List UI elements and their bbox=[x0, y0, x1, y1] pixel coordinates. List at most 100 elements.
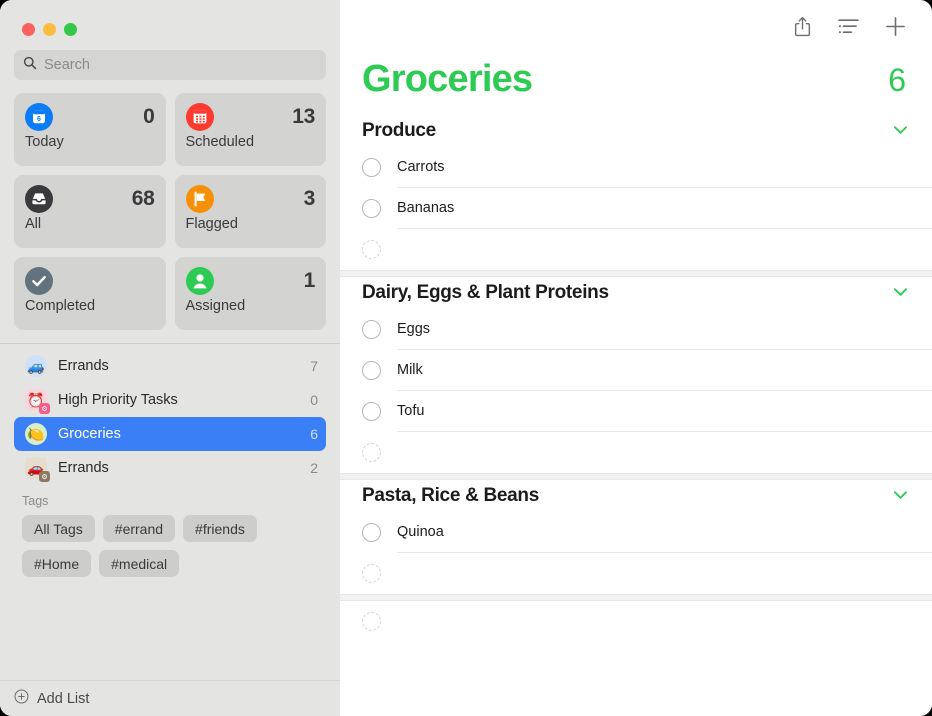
reminder-title[interactable]: Eggs bbox=[397, 309, 932, 350]
add-reminder-button[interactable] bbox=[885, 16, 906, 37]
new-reminder-circle-icon bbox=[362, 240, 381, 259]
reminder-row[interactable]: Eggs bbox=[340, 309, 932, 350]
smart-list-all[interactable]: 68 All bbox=[14, 175, 166, 248]
reminder-title[interactable]: Tofu bbox=[397, 391, 932, 432]
search-placeholder: Search bbox=[44, 57, 90, 73]
smart-list-label: Today bbox=[25, 134, 64, 150]
section-separator bbox=[340, 473, 932, 480]
sidebar: Search 6 0 Today 13 Scheduled 68 All 3 F… bbox=[0, 0, 340, 716]
smart-list-top: 68 bbox=[25, 184, 155, 214]
list-count: 7 bbox=[310, 358, 318, 374]
smart-list-count: 0 bbox=[143, 105, 155, 128]
close-button[interactable] bbox=[22, 23, 35, 36]
tag-chip-all-tags[interactable]: All Tags bbox=[22, 515, 95, 542]
reminder-title[interactable]: Bananas bbox=[397, 188, 932, 229]
reminder-checkbox[interactable] bbox=[362, 199, 381, 218]
list-icon: 🍋 bbox=[25, 423, 47, 445]
smart-list-flagged[interactable]: 3 Flagged bbox=[174, 175, 326, 248]
tags-chips: All Tags #errand #friends #Home #medical bbox=[22, 515, 326, 577]
section-header[interactable]: Dairy, Eggs & Plant Proteins bbox=[340, 277, 932, 309]
add-list-label: Add List bbox=[37, 690, 90, 707]
minimize-button[interactable] bbox=[43, 23, 56, 36]
section-title: Produce bbox=[362, 120, 436, 141]
tag-chip-errand[interactable]: #errand bbox=[102, 515, 176, 542]
share-button[interactable] bbox=[793, 16, 812, 37]
section-separator bbox=[340, 270, 932, 277]
tag-chip-home[interactable]: #Home bbox=[22, 550, 92, 577]
add-list-button[interactable]: Add List bbox=[0, 680, 340, 716]
new-reminder-row[interactable] bbox=[340, 601, 932, 642]
list-icon: 🚙 bbox=[25, 355, 47, 377]
list-count: 2 bbox=[310, 460, 318, 476]
smart-list-top: 1 bbox=[185, 266, 316, 296]
reminder-title[interactable]: Quinoa bbox=[397, 512, 932, 553]
reminder-title[interactable] bbox=[397, 553, 932, 594]
reminder-checkbox[interactable] bbox=[362, 361, 381, 380]
chevron-down-icon[interactable] bbox=[893, 122, 908, 140]
reminder-checkbox[interactable] bbox=[362, 320, 381, 339]
chevron-down-icon[interactable] bbox=[893, 487, 908, 505]
smart-list-top: 6 0 bbox=[25, 102, 155, 132]
zoom-button[interactable] bbox=[64, 23, 77, 36]
flag-icon bbox=[185, 185, 214, 213]
section-header[interactable]: Pasta, Rice & Beans bbox=[340, 480, 932, 512]
chevron-down-icon[interactable] bbox=[893, 284, 908, 302]
calendar-icon bbox=[185, 103, 214, 131]
new-reminder-row[interactable] bbox=[340, 553, 932, 594]
list-header: Groceries 6 bbox=[340, 52, 932, 101]
svg-text:6: 6 bbox=[37, 116, 41, 123]
reminder-title[interactable]: Carrots bbox=[397, 147, 932, 188]
page-title: Groceries bbox=[362, 58, 533, 100]
smart-list-completed[interactable]: Completed bbox=[14, 257, 166, 330]
reminder-title[interactable] bbox=[397, 432, 932, 473]
smart-list-count: 1 bbox=[303, 269, 316, 292]
smart-list-top bbox=[25, 266, 155, 296]
reminder-checkbox[interactable] bbox=[362, 158, 381, 177]
sidebar-list-groceries[interactable]: 🍋 Groceries 6 bbox=[14, 417, 326, 451]
smart-list-assigned[interactable]: 1 Assigned bbox=[174, 257, 326, 330]
reminder-count: 6 bbox=[888, 62, 906, 98]
reminder-row[interactable]: Bananas bbox=[340, 188, 932, 229]
smart-list-label: Completed bbox=[25, 298, 96, 314]
tray-icon bbox=[25, 185, 53, 213]
tag-chip-friends[interactable]: #friends bbox=[183, 515, 257, 542]
calendar-today-icon: 6 bbox=[25, 103, 53, 131]
smart-list-scheduled[interactable]: 13 Scheduled bbox=[174, 93, 326, 166]
reminder-row[interactable]: Quinoa bbox=[340, 512, 932, 553]
list-label: Errands bbox=[58, 460, 109, 476]
smart-list-top: 13 bbox=[185, 102, 315, 132]
smart-list-count: 3 bbox=[303, 187, 316, 210]
smart-list-today[interactable]: 6 0 Today bbox=[14, 93, 166, 166]
new-reminder-circle-icon bbox=[362, 443, 381, 462]
reminder-checkbox[interactable] bbox=[362, 402, 381, 421]
smart-list-badge-icon: ⚙ bbox=[39, 403, 50, 414]
reminder-row[interactable]: Milk bbox=[340, 350, 932, 391]
tags-section: Tags All Tags #errand #friends #Home #medica… bbox=[0, 485, 340, 577]
search-container: Search bbox=[0, 44, 340, 80]
smart-lists-grid: 6 0 Today 13 Scheduled 68 All 3 Flagged … bbox=[0, 80, 340, 330]
reminder-row[interactable]: Tofu bbox=[340, 391, 932, 432]
smart-list-top: 3 bbox=[185, 184, 316, 214]
reminder-checkbox[interactable] bbox=[362, 523, 381, 542]
sidebar-list-errands[interactable]: 🚙 Errands 7 bbox=[14, 349, 326, 383]
sort-button[interactable] bbox=[838, 18, 859, 35]
reminder-title[interactable]: Milk bbox=[397, 350, 932, 391]
reminder-row[interactable]: Carrots bbox=[340, 147, 932, 188]
section-title: Pasta, Rice & Beans bbox=[362, 485, 539, 506]
window-controls bbox=[0, 0, 340, 44]
new-reminder-circle-icon bbox=[362, 612, 381, 631]
section-header[interactable]: Produce bbox=[340, 115, 932, 147]
smart-list-label: Scheduled bbox=[185, 134, 255, 150]
sidebar-list-high-priority-tasks[interactable]: ⏰ ⚙ High Priority Tasks 0 bbox=[14, 383, 326, 417]
reminder-title[interactable] bbox=[397, 601, 932, 642]
smart-list-badge-icon: ⚙ bbox=[39, 471, 50, 482]
search-input[interactable]: Search bbox=[14, 50, 326, 80]
new-reminder-circle-icon bbox=[362, 564, 381, 583]
search-icon bbox=[23, 56, 37, 75]
new-reminder-row[interactable] bbox=[340, 229, 932, 270]
tag-chip-medical[interactable]: #medical bbox=[99, 550, 180, 577]
new-reminder-row[interactable] bbox=[340, 432, 932, 473]
reminder-title[interactable] bbox=[397, 229, 932, 270]
sidebar-list-errands[interactable]: 🚗 ⚙ Errands 2 bbox=[14, 451, 326, 485]
toolbar bbox=[340, 0, 932, 52]
